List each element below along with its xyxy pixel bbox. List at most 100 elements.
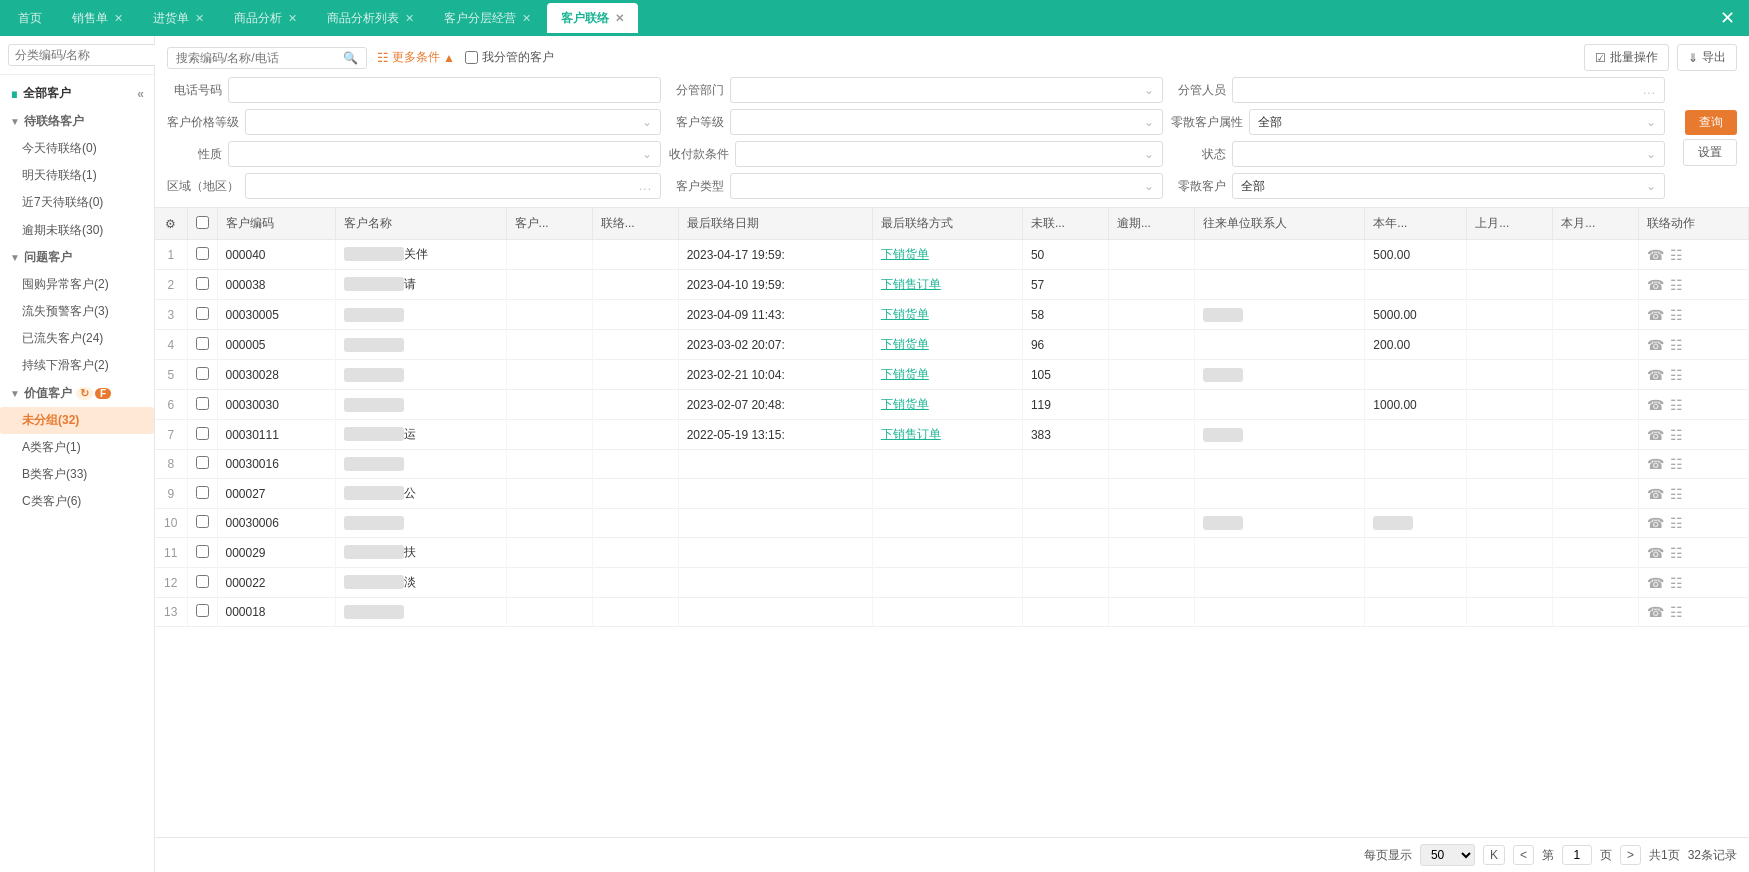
sidebar-item-abnormal[interactable]: 囤购异常客户(2) bbox=[0, 271, 154, 298]
more-action-icon[interactable]: ☷ bbox=[1670, 277, 1683, 293]
cell-last-method[interactable] bbox=[872, 450, 1022, 479]
cell-last-method[interactable] bbox=[872, 509, 1022, 538]
my-customers-checkbox[interactable]: 我分管的客户 bbox=[465, 49, 554, 66]
tab-product-list[interactable]: 商品分析列表 ✕ bbox=[313, 3, 428, 33]
tab-product-analysis-close[interactable]: ✕ bbox=[288, 12, 297, 25]
cell-check[interactable] bbox=[187, 300, 217, 330]
cell-last-method[interactable]: 下销货单 bbox=[872, 240, 1022, 270]
more-action-icon[interactable]: ☷ bbox=[1670, 545, 1683, 561]
contact-action-icon[interactable]: ☎ bbox=[1647, 367, 1664, 383]
tab-product-analysis[interactable]: 商品分析 ✕ bbox=[220, 3, 311, 33]
status-select[interactable]: ⌄ bbox=[1232, 141, 1665, 167]
contact-action-icon[interactable]: ☎ bbox=[1647, 545, 1664, 561]
cell-check[interactable] bbox=[187, 509, 217, 538]
more-action-icon[interactable]: ☷ bbox=[1670, 397, 1683, 413]
col-company-contact[interactable]: 往来单位联系人 bbox=[1195, 208, 1365, 240]
price-level-select[interactable]: ⌄ bbox=[245, 109, 661, 135]
nature-select[interactable]: ⌄ bbox=[228, 141, 661, 167]
tab-sales[interactable]: 销售单 ✕ bbox=[58, 3, 137, 33]
tab-sales-close[interactable]: ✕ bbox=[114, 12, 123, 25]
next-page-btn[interactable]: > bbox=[1620, 845, 1641, 865]
cell-check[interactable] bbox=[187, 240, 217, 270]
sidebar-item-overdue-pending[interactable]: 逾期未联络(30) bbox=[0, 217, 154, 244]
more-action-icon[interactable]: ☷ bbox=[1670, 367, 1683, 383]
pending-group[interactable]: ▼ 待联络客户 bbox=[0, 108, 154, 135]
contact-action-icon[interactable]: ☎ bbox=[1647, 247, 1664, 263]
sidebar-item-class-a[interactable]: A类客户(1) bbox=[0, 434, 154, 461]
phone-input[interactable] bbox=[228, 77, 661, 103]
row-checkbox[interactable] bbox=[196, 397, 209, 410]
more-action-icon[interactable]: ☷ bbox=[1670, 575, 1683, 591]
filter-search-icon[interactable]: 🔍 bbox=[343, 51, 358, 65]
row-checkbox[interactable] bbox=[196, 545, 209, 558]
row-checkbox[interactable] bbox=[196, 427, 209, 440]
sidebar-item-churn-warning[interactable]: 流失预警客户(3) bbox=[0, 298, 154, 325]
contact-action-icon[interactable]: ☎ bbox=[1647, 337, 1664, 353]
person-select[interactable]: ... bbox=[1232, 77, 1665, 103]
cell-check[interactable] bbox=[187, 360, 217, 390]
cell-last-method[interactable] bbox=[872, 568, 1022, 598]
cell-last-method[interactable]: 下销售订单 bbox=[872, 420, 1022, 450]
row-checkbox[interactable] bbox=[196, 277, 209, 290]
window-close-button[interactable]: ✕ bbox=[1710, 7, 1745, 29]
query-button[interactable]: 查询 bbox=[1685, 110, 1737, 135]
cell-check[interactable] bbox=[187, 598, 217, 627]
sidebar-item-ungroup[interactable]: 未分组(32) bbox=[0, 407, 154, 434]
row-checkbox[interactable] bbox=[196, 247, 209, 260]
problem-group[interactable]: ▼ 问题客户 bbox=[0, 244, 154, 271]
my-customers-check[interactable] bbox=[465, 51, 478, 64]
retail-attr-select[interactable]: 全部 ⌄ bbox=[1249, 109, 1665, 135]
more-action-icon[interactable]: ☷ bbox=[1670, 247, 1683, 263]
cell-check[interactable] bbox=[187, 568, 217, 598]
col-this-year[interactable]: 本年... bbox=[1365, 208, 1467, 240]
payment-select[interactable]: ⌄ bbox=[735, 141, 1163, 167]
row-checkbox[interactable] bbox=[196, 367, 209, 380]
tab-home[interactable]: 首页 bbox=[4, 3, 56, 33]
current-page-input[interactable] bbox=[1562, 845, 1592, 865]
filter-search-input[interactable] bbox=[176, 51, 343, 65]
batch-ops-btn[interactable]: ☑ 批量操作 bbox=[1584, 44, 1669, 71]
more-action-icon[interactable]: ☷ bbox=[1670, 456, 1683, 472]
tab-customer-stratify-close[interactable]: ✕ bbox=[522, 12, 531, 25]
sidebar-item-today-pending[interactable]: 今天待联络(0) bbox=[0, 135, 154, 162]
row-checkbox[interactable] bbox=[196, 575, 209, 588]
cell-last-method[interactable]: 下销货单 bbox=[872, 360, 1022, 390]
col-type[interactable]: 客户... bbox=[506, 208, 592, 240]
row-checkbox[interactable] bbox=[196, 515, 209, 528]
page-size-select[interactable]: 50 100 200 bbox=[1420, 844, 1475, 866]
row-checkbox[interactable] bbox=[196, 307, 209, 320]
col-last-month[interactable]: 上月... bbox=[1467, 208, 1553, 240]
col-contact[interactable]: 联络... bbox=[592, 208, 678, 240]
cell-check[interactable] bbox=[187, 479, 217, 509]
tab-purchase[interactable]: 进货单 ✕ bbox=[139, 3, 218, 33]
sidebar-item-class-b[interactable]: B类客户(33) bbox=[0, 461, 154, 488]
cell-check[interactable] bbox=[187, 450, 217, 479]
row-checkbox[interactable] bbox=[196, 456, 209, 469]
all-customers-header[interactable]: ∎ 全部客户 « bbox=[0, 79, 154, 108]
contact-action-icon[interactable]: ☎ bbox=[1647, 397, 1664, 413]
sidebar-collapse-btn[interactable]: « bbox=[137, 87, 144, 101]
row-checkbox[interactable] bbox=[196, 604, 209, 617]
tab-customer-contact-close[interactable]: ✕ bbox=[615, 12, 624, 25]
export-btn[interactable]: ⇓ 导出 bbox=[1677, 44, 1737, 71]
sidebar-item-tomorrow-pending[interactable]: 明天待联络(1) bbox=[0, 162, 154, 189]
cell-last-method[interactable]: 下销货单 bbox=[872, 330, 1022, 360]
tab-customer-stratify[interactable]: 客户分层经营 ✕ bbox=[430, 3, 545, 33]
reset-button[interactable]: 设置 bbox=[1683, 139, 1737, 166]
value-group[interactable]: ▼ 价值客户 ↻ F bbox=[0, 380, 154, 407]
col-no-contact[interactable]: 未联... bbox=[1022, 208, 1108, 240]
col-code[interactable]: 客户编码 bbox=[217, 208, 336, 240]
contact-action-icon[interactable]: ☎ bbox=[1647, 427, 1664, 443]
row-checkbox[interactable] bbox=[196, 486, 209, 499]
cell-check[interactable] bbox=[187, 390, 217, 420]
more-action-icon[interactable]: ☷ bbox=[1670, 307, 1683, 323]
contact-action-icon[interactable]: ☎ bbox=[1647, 456, 1664, 472]
more-action-icon[interactable]: ☷ bbox=[1670, 427, 1683, 443]
tab-purchase-close[interactable]: ✕ bbox=[195, 12, 204, 25]
cell-check[interactable] bbox=[187, 420, 217, 450]
more-action-icon[interactable]: ☷ bbox=[1670, 337, 1683, 353]
cell-last-method[interactable] bbox=[872, 598, 1022, 627]
col-last-method[interactable]: 最后联络方式 bbox=[872, 208, 1022, 240]
col-last-date[interactable]: 最后联络日期 bbox=[678, 208, 872, 240]
settings-th[interactable]: ⚙ bbox=[155, 208, 187, 240]
